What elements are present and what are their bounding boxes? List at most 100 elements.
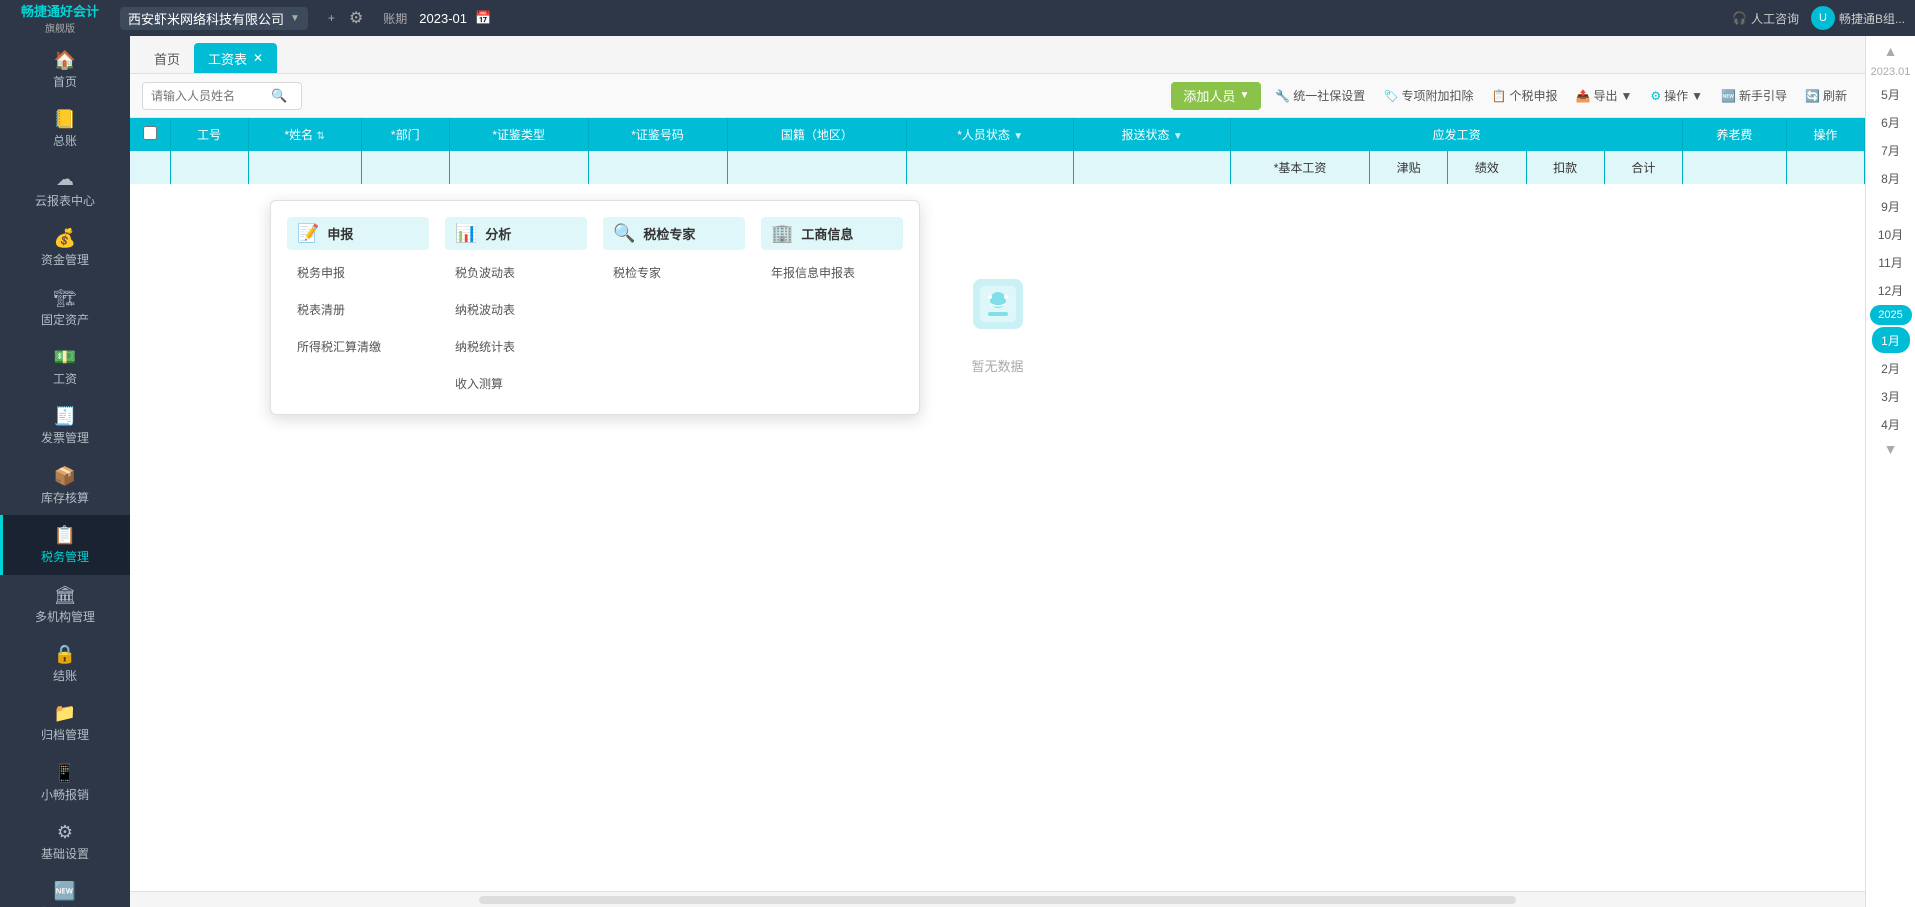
operate-label: 操作 <box>1664 87 1688 104</box>
sidebar-item-guide[interactable]: 🆕 新手引导 <box>0 871 130 907</box>
sidebar-item-fund[interactable]: 💰 资金管理 <box>0 218 130 277</box>
support-button[interactable]: 🎧 人工咨询 <box>1732 10 1799 27</box>
expert-icon: 🔍 <box>613 223 635 244</box>
sidebar: 🏠 首页 📒 总账 ☁ 云报表中心 💰 资金管理 🏗 固定资产 💵 工资 🧾 发… <box>0 36 130 907</box>
month-2[interactable]: 2月 <box>1872 355 1910 381</box>
menu-section-business: 🏢 工商信息 年报信息申报表 <box>761 217 903 398</box>
sidebar-item-inventory[interactable]: 📦 库存核算 <box>0 456 130 515</box>
user-name: 畅捷通B组... <box>1839 10 1905 27</box>
month-8[interactable]: 8月 <box>1872 165 1910 191</box>
tab-salary[interactable]: 工资表 ✕ <box>194 43 277 73</box>
month-12[interactable]: 12月 <box>1872 277 1910 303</box>
menu-section-analysis: 📊 分析 税负波动表 纳税波动表 纳税统计表 收入测算 <box>445 217 587 398</box>
add-dropdown-arrow: ▼ <box>1239 90 1249 101</box>
sidebar-item-ledger[interactable]: 📒 总账 <box>0 99 130 158</box>
sidebar-label-invoice: 发票管理 <box>41 431 89 445</box>
analysis-title: 分析 <box>485 224 511 243</box>
sidebar-label-inventory: 库存核算 <box>41 491 89 505</box>
company-selector[interactable]: 西安虾米网络科技有限公司 ▼ <box>120 7 308 30</box>
col-dept: *部门 <box>361 118 449 151</box>
export-btn[interactable]: 📤 导出 ▼ <box>1570 82 1639 110</box>
search-input[interactable] <box>151 89 271 103</box>
sub-col-report-status <box>1074 151 1231 184</box>
month-5[interactable]: 5月 <box>1872 81 1910 107</box>
select-all-checkbox[interactable] <box>143 126 157 140</box>
add-person-button[interactable]: 添加人员 ▼ <box>1171 82 1261 110</box>
sub-col-cert-no <box>588 151 727 184</box>
company-name: 西安虾米网络科技有限公司 <box>128 9 284 28</box>
sidebar-item-archive[interactable]: 📁 归档管理 <box>0 693 130 752</box>
search-icon: 🔍 <box>271 88 287 104</box>
period-calendar-icon[interactable]: 📅 <box>475 10 491 26</box>
newbie-guide-btn[interactable]: 🆕 新手引导 <box>1715 82 1793 110</box>
salary-table: 工号 *姓名 ⇅ *部门 *证鉴类型 *证鉴号码 国籍（地区） *人员状态 <box>130 118 1865 184</box>
month-6[interactable]: 6月 <box>1872 109 1910 135</box>
month-1-active[interactable]: 1月 <box>1872 327 1910 353</box>
invoice-icon: 🧾 <box>54 406 76 427</box>
menu-item-annual-report[interactable]: 年报信息申报表 <box>761 258 903 287</box>
refresh-label: 刷新 <box>1823 87 1847 104</box>
menu-item-tax-trend[interactable]: 税负波动表 <box>445 258 587 287</box>
menu-item-tax-dynamic[interactable]: 纳税波动表 <box>445 295 587 324</box>
sidebar-item-closing[interactable]: 🔒 结账 <box>0 634 130 693</box>
sub-col-region <box>727 151 907 184</box>
month-3[interactable]: 3月 <box>1872 383 1910 409</box>
month-4[interactable]: 4月 <box>1872 411 1910 437</box>
app-name: 畅捷通好会计 <box>21 1 99 20</box>
analysis-icon: 📊 <box>455 223 477 244</box>
sidebar-item-salary[interactable]: 💵 工资 <box>0 337 130 396</box>
menu-section-shenb: 📝 申报 税务申报 税表清册 所得税汇算清缴 <box>287 217 429 398</box>
refresh-btn[interactable]: 🔄 刷新 <box>1799 82 1853 110</box>
sub-col-name <box>248 151 361 184</box>
deduct-btn[interactable]: 🏷 专项附加扣除 <box>1377 82 1479 110</box>
support-label: 人工咨询 <box>1751 10 1799 27</box>
sort-icon-name[interactable]: ⇅ <box>317 131 325 142</box>
menu-item-tax-form[interactable]: 税表清册 <box>287 295 429 324</box>
period-section: + ⚙ 账期 2023-01 📅 <box>318 8 491 28</box>
shenb-title: 申报 <box>327 224 353 243</box>
tax-report-btn[interactable]: 📋 个税申报 <box>1486 82 1564 110</box>
sidebar-item-cloud-report[interactable]: ☁ 云报表中心 <box>0 159 130 218</box>
sidebar-item-multi-org[interactable]: 🏛 多机构管理 <box>0 575 130 634</box>
menu-item-tax-stats[interactable]: 纳税统计表 <box>445 332 587 361</box>
month-9[interactable]: 9月 <box>1872 193 1910 219</box>
sidebar-item-mini-sales[interactable]: 📱 小畅报销 <box>0 753 130 812</box>
month-11[interactable]: 11月 <box>1872 249 1910 275</box>
sidebar-item-invoice[interactable]: 🧾 发票管理 <box>0 396 130 455</box>
operate-btn[interactable]: ⚙ 操作 ▼ <box>1644 82 1709 110</box>
sidebar-item-home[interactable]: 🏠 首页 <box>0 40 130 99</box>
sub-col-action <box>1786 151 1864 184</box>
scroll-bar-track[interactable] <box>479 896 1515 904</box>
sub-col-allowance: 津贴 <box>1369 151 1447 184</box>
sidebar-label-tax: 税务管理 <box>41 550 89 564</box>
menu-item-income-calc[interactable]: 所得税汇算清缴 <box>287 332 429 361</box>
archive-icon: 📁 <box>54 703 76 724</box>
sidebar-label-multi-org: 多机构管理 <box>35 610 95 624</box>
newbie-icon: 🆕 <box>1721 89 1736 103</box>
month-7[interactable]: 7月 <box>1872 137 1910 163</box>
month-nav-up[interactable]: ▲ <box>1880 40 1902 62</box>
tab-home[interactable]: 首页 <box>140 43 194 73</box>
month-10[interactable]: 10月 <box>1872 221 1910 247</box>
month-nav-down[interactable]: ▼ <box>1880 438 1902 460</box>
sub-col-dept <box>361 151 449 184</box>
operate-icon: ⚙ <box>1650 89 1661 103</box>
sidebar-item-basic-settings[interactable]: ⚙ 基础设置 <box>0 812 130 871</box>
sidebar-item-fixed-assets[interactable]: 🏗 固定资产 <box>0 278 130 337</box>
filter-icon-report[interactable]: ▼ <box>1173 131 1183 142</box>
sidebar-item-tax[interactable]: 📋 税务管理 <box>0 515 130 574</box>
menu-item-tax-expert[interactable]: 税检专家 <box>603 258 745 287</box>
export-icon: 📤 <box>1576 89 1591 103</box>
menu-item-income-estimate[interactable]: 收入测算 <box>445 369 587 398</box>
menu-item-tax-report[interactable]: 税务申报 <box>287 258 429 287</box>
col-region: 国籍（地区） <box>727 118 907 151</box>
social-settings-btn[interactable]: 🔧 统一社保设置 <box>1269 82 1371 110</box>
search-input-wrap[interactable]: 🔍 <box>142 82 302 110</box>
col-id: 工号 <box>170 118 248 151</box>
col-status: *人员状态 ▼ <box>907 118 1074 151</box>
multi-org-icon: 🏛 <box>54 585 77 606</box>
tab-close-icon[interactable]: ✕ <box>253 51 263 65</box>
filter-icon-status[interactable]: ▼ <box>1013 131 1023 142</box>
operate-arrow: ▼ <box>1691 89 1703 103</box>
user-info[interactable]: U 畅捷通B组... <box>1811 6 1905 30</box>
